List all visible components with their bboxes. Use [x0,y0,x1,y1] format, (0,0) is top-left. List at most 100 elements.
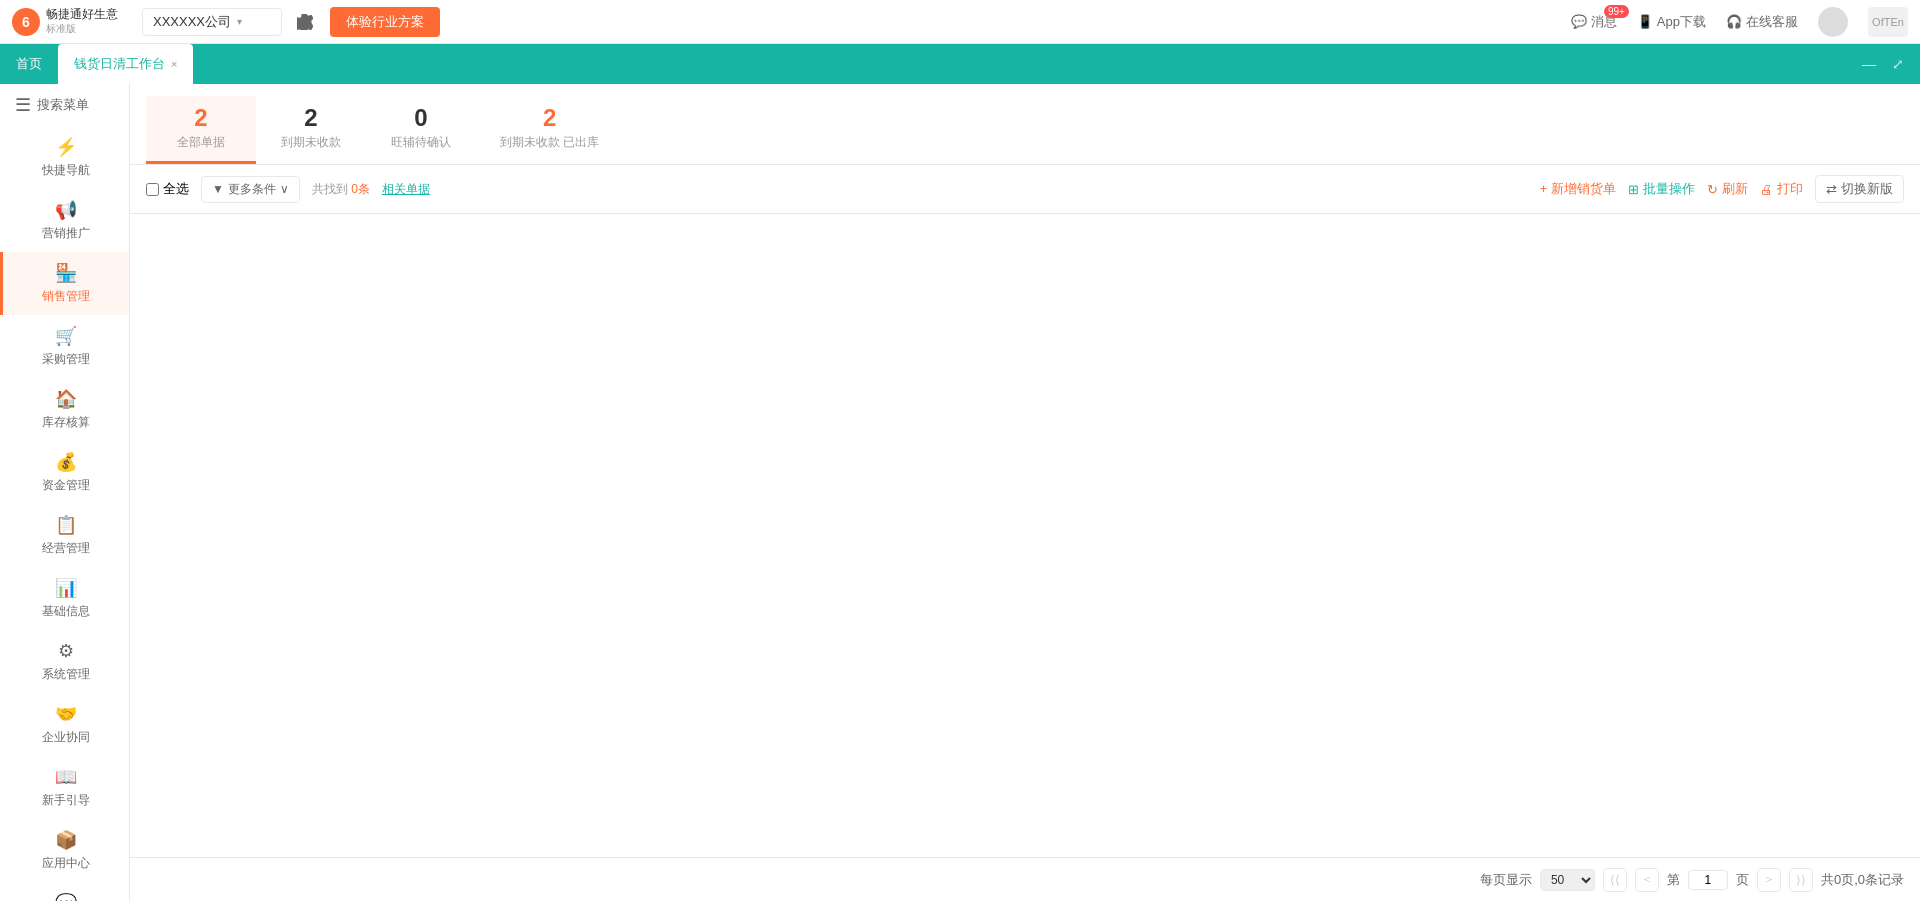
stats-tabs: 2 全部单据 2 到期未收款 0 旺辅待确认 2 到期未收款 已出库 [146,96,1904,164]
avatar-text[interactable]: OfTEn [1868,7,1908,37]
company-selector[interactable]: XXXXXX公司 ▾ [142,8,282,36]
content-area: 2 全部单据 2 到期未收款 0 旺辅待确认 2 到期未收款 已出库 [130,84,1920,901]
toolbar-right: + 新增销货单 ⊞ 批量操作 ↻ 刷新 🖨 打印 ⇄ 切换新版 [1540,175,1904,203]
print-icon: 🖨 [1760,182,1773,197]
sidebar-item-appcenter[interactable]: 📦 应用中心 [0,819,129,882]
page-number-input[interactable] [1688,870,1728,890]
inventory-icon: 🏠 [55,388,77,410]
top-header: 6 畅捷通好生意 标准版 XXXXXX公司 ▾ 体验行业方案 💬 消息 99+ … [0,0,1920,44]
refresh-button[interactable]: ↻ 刷新 [1707,180,1748,198]
logo-icon: 6 [12,8,40,36]
app-download-button[interactable]: 📱 App下载 [1637,13,1706,31]
avatar[interactable] [1818,7,1848,37]
page-size-label: 每页显示 [1480,871,1532,889]
quicknav-icon: ⚡ [55,136,77,158]
tab-active[interactable]: 钱货日清工作台 × [58,44,193,84]
add-sales-order-button[interactable]: + 新增销货单 [1540,180,1616,198]
wechat-icon: 💬 [55,892,77,901]
purchase-icon: 🛒 [55,325,77,347]
chevron-down-icon: ▾ [237,16,242,27]
sidebar-item-system[interactable]: ⚙ 系统管理 [0,630,129,693]
found-count: 0条 [351,182,370,196]
stat-label-overdue: 到期未收款 [281,134,341,151]
experience-button[interactable]: 体验行业方案 [330,7,440,37]
filter-icon: ▼ [212,182,224,196]
stat-tab-overdue[interactable]: 2 到期未收款 [256,96,366,164]
online-service-button[interactable]: 🎧 在线客服 [1726,13,1798,31]
sidebar-item-purchase[interactable]: 🛒 采购管理 [0,315,129,378]
sidebar-item-enterprise[interactable]: 🤝 企业协同 [0,693,129,756]
batch-icon: ⊞ [1628,182,1639,197]
first-page-button[interactable]: ⟨⟨ [1603,868,1627,892]
switch-version-button[interactable]: ⇄ 切换新版 [1815,175,1904,203]
sales-icon: 🏪 [55,262,77,284]
stat-num-overdue: 2 [304,104,317,132]
sidebar-item-inventory[interactable]: 🏠 库存核算 [0,378,129,441]
page-label-suffix: 页 [1736,871,1749,889]
stat-tab-pending[interactable]: 0 旺辅待确认 [366,96,476,164]
sidebar-item-search[interactable]: ☰ 搜索菜单 [0,84,129,126]
company-name: XXXXXX公司 [153,13,231,31]
sidebar-item-quicknav[interactable]: ⚡ 快捷导航 [0,126,129,189]
messages-badge: 99+ [1604,5,1629,18]
stat-num-all: 2 [194,104,207,132]
sidebar-item-sales[interactable]: 🏪 销售管理 [0,252,129,315]
operations-icon: 📋 [55,514,77,536]
print-button[interactable]: 🖨 打印 [1760,180,1803,198]
tab-close-icon[interactable]: × [171,58,177,70]
search-menu-icon: ☰ [15,94,31,116]
select-all-input[interactable] [146,183,159,196]
refresh-icon: ↻ [1707,182,1718,197]
prev-page-button[interactable]: ＜ [1635,868,1659,892]
stat-num-shipped: 2 [543,104,556,132]
finance-icon: 💰 [55,451,77,473]
sidebar-item-guide[interactable]: 📖 新手引导 [0,756,129,819]
message-icon: 💬 [1571,14,1587,29]
logo-sub: 标准版 [46,22,118,36]
sidebar-item-operations[interactable]: 📋 经营管理 [0,504,129,567]
more-filter-button[interactable]: ▼ 更多条件 ∨ [201,176,300,203]
header-right: 💬 消息 99+ 📱 App下载 🎧 在线客服 OfTEn [1571,7,1908,37]
next-page-button[interactable]: ＞ [1757,868,1781,892]
last-page-button[interactable]: ⟩⟩ [1789,868,1813,892]
tab-expand-icon[interactable]: ⤢ [1888,52,1908,76]
stat-tab-shipped[interactable]: 2 到期未收款 已出库 [476,96,623,164]
sidebar-item-marketing[interactable]: 📢 营销推广 [0,189,129,252]
headset-icon: 🎧 [1726,14,1742,29]
pagination-bar: 每页显示 50 100 200 ⟨⟨ ＜ 第 页 ＞ ⟩⟩ 共0页,0条记录 [130,857,1920,901]
sidebar-item-wechat[interactable]: 💬 企业微信 [0,882,129,901]
tab-bar-right: — ⤢ [1858,52,1920,76]
total-records-label: 共0页,0条记录 [1821,871,1904,889]
page-label-prefix: 第 [1667,871,1680,889]
appcenter-icon: 📦 [55,829,77,851]
stat-tab-all[interactable]: 2 全部单据 [146,96,256,164]
sidebar-item-finance[interactable]: 💰 资金管理 [0,441,129,504]
enterprise-icon: 🤝 [55,703,77,725]
stat-label-shipped: 到期未收款 已出库 [500,134,599,151]
tab-bar: 首页 钱货日清工作台 × — ⤢ [0,44,1920,84]
batch-operations-button[interactable]: ⊞ 批量操作 [1628,180,1695,198]
marketing-icon: 📢 [55,199,77,221]
guide-icon: 📖 [55,766,77,788]
logo-text: 畅捷通好生意 [46,7,118,23]
page-size-select[interactable]: 50 100 200 [1540,869,1595,891]
stats-bar: 2 全部单据 2 到期未收款 0 旺辅待确认 2 到期未收款 已出库 [130,84,1920,165]
tab-minimize-icon[interactable]: — [1858,52,1880,76]
stat-label-pending: 旺辅待确认 [391,134,451,151]
related-link[interactable]: 相关单据 [382,181,430,198]
select-all-checkbox[interactable]: 全选 [146,180,189,198]
logo-area: 6 畅捷通好生意 标准版 [12,7,142,37]
sidebar-item-basicinfo[interactable]: 📊 基础信息 [0,567,129,630]
stat-label-all: 全部单据 [177,134,225,151]
table-area [130,214,1920,857]
main-layout: ☰ 搜索菜单 ⚡ 快捷导航 📢 营销推广 🏪 销售管理 🛒 采购管理 🏠 库存核… [0,84,1920,901]
messages-button[interactable]: 💬 消息 99+ [1571,13,1617,31]
sidebar: ☰ 搜索菜单 ⚡ 快捷导航 📢 营销推广 🏪 销售管理 🛒 采购管理 🏠 库存核… [0,84,130,901]
switch-icon: ⇄ [1826,182,1837,197]
settings-button[interactable] [290,7,320,37]
tab-home[interactable]: 首页 [0,44,58,84]
basicinfo-icon: 📊 [55,577,77,599]
stat-num-pending: 0 [414,104,427,132]
phone-icon: 📱 [1637,14,1653,29]
found-text: 共找到 0条 [312,181,370,198]
